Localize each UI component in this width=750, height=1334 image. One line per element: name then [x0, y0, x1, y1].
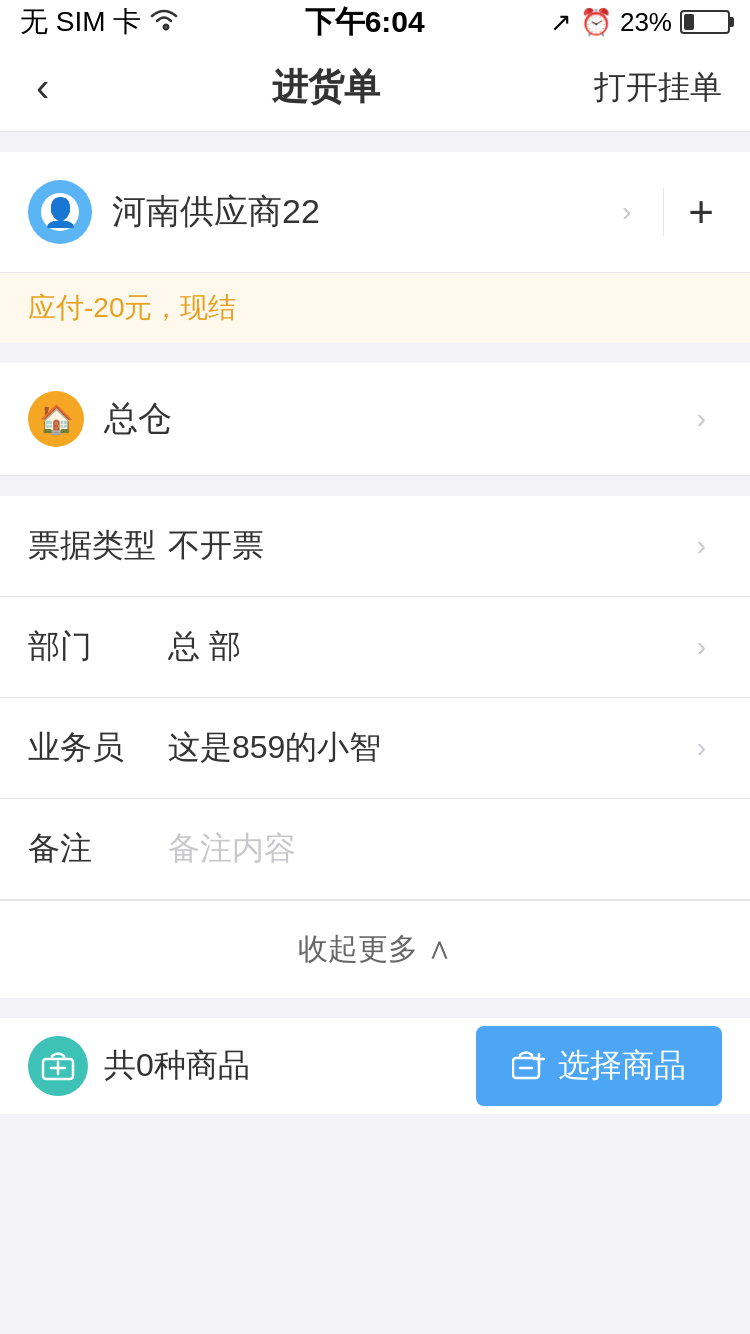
department-value: 总 部 [168, 625, 697, 669]
staff-row[interactable]: 业务员 这是859的小智 › [0, 698, 750, 799]
back-button[interactable]: ‹ [28, 57, 57, 118]
supplier-name: 河南供应商22 [112, 189, 622, 235]
remark-label: 备注 [28, 827, 168, 871]
select-product-button[interactable]: 选择商品 [476, 1026, 722, 1106]
supplier-avatar: 👤 [28, 180, 92, 244]
product-count: 共0种商品 [104, 1044, 476, 1088]
carrier-text: 无 SIM 卡 [20, 3, 141, 41]
staff-chevron-icon: › [697, 732, 706, 764]
invoice-row[interactable]: 票据类型 不开票 › [0, 496, 750, 597]
select-product-label: 选择商品 [558, 1044, 686, 1088]
battery-percent: 23% [620, 7, 672, 38]
warehouse-section: 🏠 总仓 › [0, 363, 750, 476]
location-icon: ↗ [550, 7, 572, 38]
collapse-button[interactable]: 收起更多 ∧ [0, 900, 750, 998]
warehouse-row[interactable]: 🏠 总仓 › [0, 363, 750, 476]
add-supplier-button[interactable]: + [680, 183, 722, 241]
product-icon [28, 1036, 88, 1096]
battery-icon [680, 10, 730, 34]
invoice-value: 不开票 [168, 524, 697, 568]
staff-label: 业务员 [28, 726, 168, 770]
page-title: 进货单 [272, 63, 380, 112]
warehouse-chevron-icon: › [697, 403, 706, 435]
supplier-section: 👤 河南供应商22 › + 应付-20元，现结 [0, 152, 750, 343]
collapse-label: 收起更多 ∧ [298, 932, 451, 965]
section-gap-1 [0, 132, 750, 152]
nav-bar: ‹ 进货单 打开挂单 [0, 44, 750, 132]
invoice-chevron-icon: › [697, 530, 706, 562]
avatar-person-icon: 👤 [41, 193, 79, 231]
invoice-label: 票据类型 [28, 524, 168, 568]
wifi-icon [149, 6, 179, 38]
supplier-row[interactable]: 👤 河南供应商22 › + [0, 152, 750, 273]
section-gap-2 [0, 343, 750, 363]
staff-value: 这是859的小智 [168, 726, 697, 770]
department-label: 部门 [28, 625, 168, 669]
notice-text: 应付-20元，现结 [28, 292, 236, 323]
status-bar: 无 SIM 卡 下午6:04 ↗ ⏰ 23% [0, 0, 750, 44]
department-chevron-icon: › [697, 631, 706, 663]
alarm-icon: ⏰ [580, 7, 612, 38]
supplier-chevron-icon: › [622, 196, 631, 228]
remark-row[interactable]: 备注 备注内容 [0, 799, 750, 900]
warehouse-icon: 🏠 [28, 391, 84, 447]
department-row[interactable]: 部门 总 部 › [0, 597, 750, 698]
bottom-bar: 共0种商品 选择商品 [0, 1018, 750, 1114]
notice-banner: 应付-20元，现结 [0, 273, 750, 343]
warehouse-name: 总仓 [104, 396, 697, 442]
status-right: ↗ ⏰ 23% [550, 7, 730, 38]
supplier-divider [663, 188, 664, 236]
open-pending-button[interactable]: 打开挂单 [594, 66, 722, 110]
status-left: 无 SIM 卡 [20, 3, 179, 41]
remark-input[interactable]: 备注内容 [168, 827, 722, 871]
form-section: 票据类型 不开票 › 部门 总 部 › 业务员 这是859的小智 › 备注 备注… [0, 496, 750, 998]
time-display: 下午6:04 [305, 2, 425, 43]
